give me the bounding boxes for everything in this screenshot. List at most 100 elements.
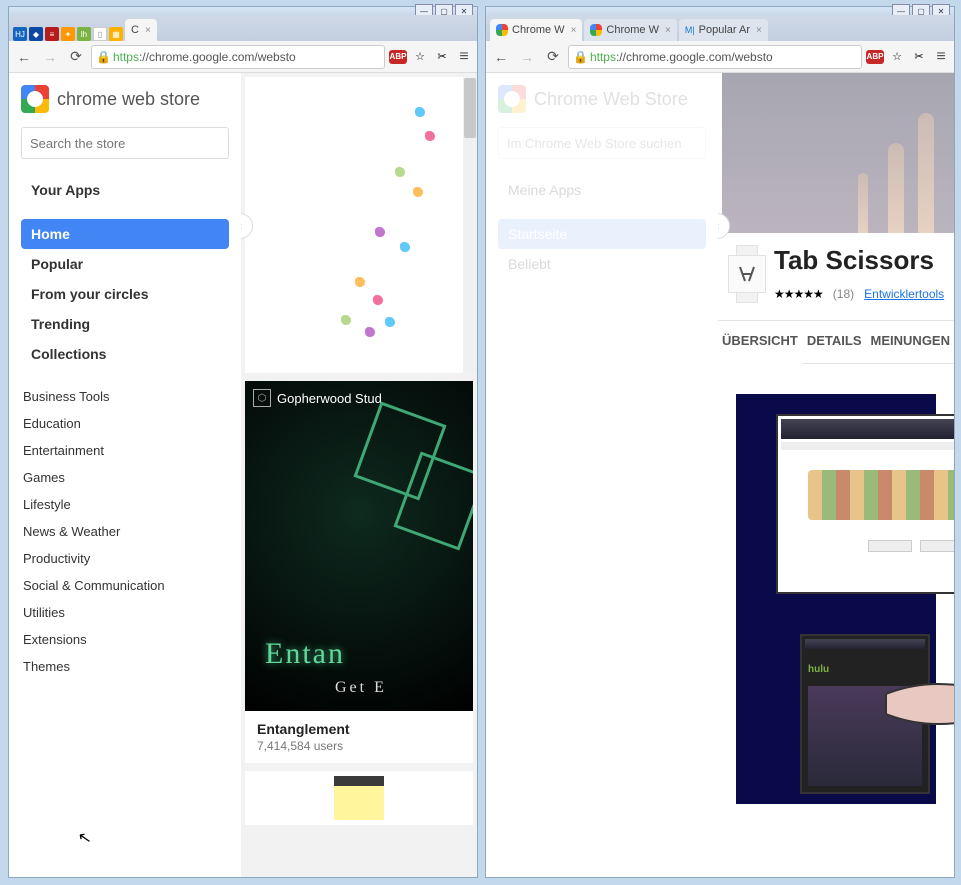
- pinned-tab-icon[interactable]: ▦: [109, 27, 123, 41]
- star-icon[interactable]: ☆: [411, 48, 429, 66]
- arrow-icon: [876, 664, 954, 744]
- hero-banner[interactable]: [245, 77, 477, 373]
- close-tab-icon[interactable]: ×: [145, 25, 151, 36]
- browser-tab[interactable]: M| Popular Ar ×: [679, 19, 768, 41]
- pinned-tab-icon[interactable]: ▯: [93, 27, 107, 41]
- app-art-subtitle: Get E: [335, 679, 387, 697]
- pinned-tab-icon[interactable]: lh: [77, 27, 91, 41]
- app-card-notepad[interactable]: [245, 771, 473, 825]
- nav-home[interactable]: Home: [21, 219, 229, 249]
- cat-lifestyle[interactable]: Lifestyle: [21, 491, 229, 518]
- browser-tab[interactable]: C×: [125, 19, 157, 41]
- forward-button[interactable]: →: [39, 46, 61, 68]
- close-tab-icon[interactable]: ×: [756, 25, 762, 36]
- reload-button[interactable]: ⟳: [65, 46, 87, 68]
- cat-productivity[interactable]: Productivity: [21, 545, 229, 572]
- nav-trending[interactable]: Trending: [21, 309, 229, 339]
- tab-label: C: [131, 24, 139, 36]
- cat-news-weather[interactable]: News & Weather: [21, 518, 229, 545]
- cat-business-tools[interactable]: Business Tools: [21, 383, 229, 410]
- cat-entertainment[interactable]: Entertainment: [21, 437, 229, 464]
- url-path: ://chrome.google.com/websto: [616, 50, 773, 64]
- tab-label: Popular Ar: [699, 24, 750, 36]
- app-title: Entanglement: [257, 721, 461, 737]
- cat-social-communication[interactable]: Social & Communication: [21, 572, 229, 599]
- back-button[interactable]: ←: [490, 46, 512, 68]
- tab-details[interactable]: DETAILS: [802, 321, 867, 363]
- store-sidebar: Chrome Web Store Meine Apps Startseite B…: [486, 73, 718, 877]
- tab-ubersicht[interactable]: ÜBERSICHT: [718, 321, 802, 363]
- nav-popular[interactable]: Popular: [21, 249, 229, 279]
- tab-label: Chrome W: [606, 24, 659, 36]
- chrome-store-logo-icon: [498, 85, 526, 113]
- favicon-icon: M|: [685, 25, 695, 35]
- studio-logo-icon: ⬡: [253, 389, 271, 407]
- store-title: Chrome Web Store: [534, 89, 688, 110]
- close-tab-icon[interactable]: ×: [571, 25, 577, 36]
- cat-utilities[interactable]: Utilities: [21, 599, 229, 626]
- scissors-extension-icon[interactable]: ✂: [433, 48, 451, 66]
- cat-games[interactable]: Games: [21, 464, 229, 491]
- extension-screenshot: hulu: [736, 394, 936, 804]
- nav-collections[interactable]: Collections: [21, 339, 229, 369]
- favicon-icon: [496, 24, 508, 36]
- nav-from-your-circles[interactable]: From your circles: [21, 279, 229, 309]
- app-card-entanglement[interactable]: ⬡Gopherwood Stud Entan Get E Entanglemen…: [245, 381, 473, 763]
- menu-icon[interactable]: ≡: [932, 48, 950, 66]
- search-input[interactable]: [21, 127, 229, 159]
- titlebar: — ▢ ✕: [9, 7, 477, 15]
- search-input[interactable]: [498, 127, 706, 159]
- tab-strip: Chrome W× Chrome W× M|Popular Ar×: [486, 15, 954, 41]
- address-bar[interactable]: 🔒 https://chrome.google.com/websto: [91, 45, 385, 69]
- rating-stars-icon: ★★★★★: [774, 287, 823, 301]
- pinned-tab-icon[interactable]: HJ: [13, 27, 27, 41]
- tab-meinungen[interactable]: MEINUNGEN: [867, 321, 954, 363]
- lock-icon: 🔒: [573, 50, 588, 64]
- extension-header: Tab Scissors ★★★★★ (18) Entwicklertools …: [718, 233, 954, 321]
- extension-category-link[interactable]: Entwicklertools: [864, 287, 944, 301]
- favicon-icon: [590, 24, 602, 36]
- store-title: chrome web store: [57, 89, 200, 110]
- app-card-image: ⬡Gopherwood Stud Entan Get E: [245, 381, 473, 711]
- nav-beliebt[interactable]: Beliebt: [498, 249, 706, 279]
- url-path: ://chrome.google.com/websto: [139, 50, 296, 64]
- page-content: Chrome Web Store Meine Apps Startseite B…: [486, 73, 954, 877]
- nav-meine-apps[interactable]: Meine Apps: [498, 175, 706, 205]
- abp-extension-icon[interactable]: ABP: [389, 50, 407, 64]
- confetti-art: [245, 77, 477, 373]
- star-icon[interactable]: ☆: [888, 48, 906, 66]
- hero-banner[interactable]: [722, 73, 954, 233]
- abp-extension-icon[interactable]: ABP: [866, 50, 884, 64]
- pinned-tab-icon[interactable]: ≡: [45, 27, 59, 41]
- address-bar[interactable]: 🔒 https://chrome.google.com/websto: [568, 45, 862, 69]
- cat-themes[interactable]: Themes: [21, 653, 229, 680]
- hulu-logo: hulu: [808, 664, 829, 675]
- scrollbar[interactable]: [463, 77, 477, 373]
- url-protocol: https: [590, 50, 616, 64]
- back-button[interactable]: ←: [13, 46, 35, 68]
- page-content: chrome web store Your Apps Home Popular …: [9, 73, 477, 877]
- store-sidebar: chrome web store Your Apps Home Popular …: [9, 73, 241, 877]
- tab-strip: HJ ◆ ≡ ✦ lh ▯ ▦ C×: [9, 15, 477, 41]
- cat-extensions[interactable]: Extensions: [21, 626, 229, 653]
- store-main: ‹ Tab Scissors ★★★★★ (18) Entwicklertool…: [718, 73, 954, 877]
- close-tab-icon[interactable]: ×: [665, 25, 671, 36]
- nav-startseite[interactable]: Startseite: [498, 219, 706, 249]
- detail-tabs: ÜBERSICHT DETAILS MEINUNGEN: [718, 321, 954, 364]
- google-doodle: [808, 470, 954, 520]
- pinned-tab-icon[interactable]: ✦: [61, 27, 75, 41]
- browser-tab[interactable]: Chrome W×: [490, 19, 582, 41]
- preview-browser-window: [776, 414, 954, 594]
- app-art-title: Entan: [265, 637, 345, 671]
- browser-tab[interactable]: Chrome W ×: [584, 19, 676, 41]
- cat-education[interactable]: Education: [21, 410, 229, 437]
- pinned-tab-icon[interactable]: ◆: [29, 27, 43, 41]
- extension-title: Tab Scissors: [774, 245, 954, 276]
- app-users: 7,414,584 users: [257, 739, 461, 753]
- menu-icon[interactable]: ≡: [455, 48, 473, 66]
- nav-your-apps[interactable]: Your Apps: [21, 175, 229, 205]
- rating-count: (18): [833, 287, 854, 301]
- forward-button[interactable]: →: [516, 46, 538, 68]
- reload-button[interactable]: ⟳: [542, 46, 564, 68]
- scissors-extension-icon[interactable]: ✂: [910, 48, 928, 66]
